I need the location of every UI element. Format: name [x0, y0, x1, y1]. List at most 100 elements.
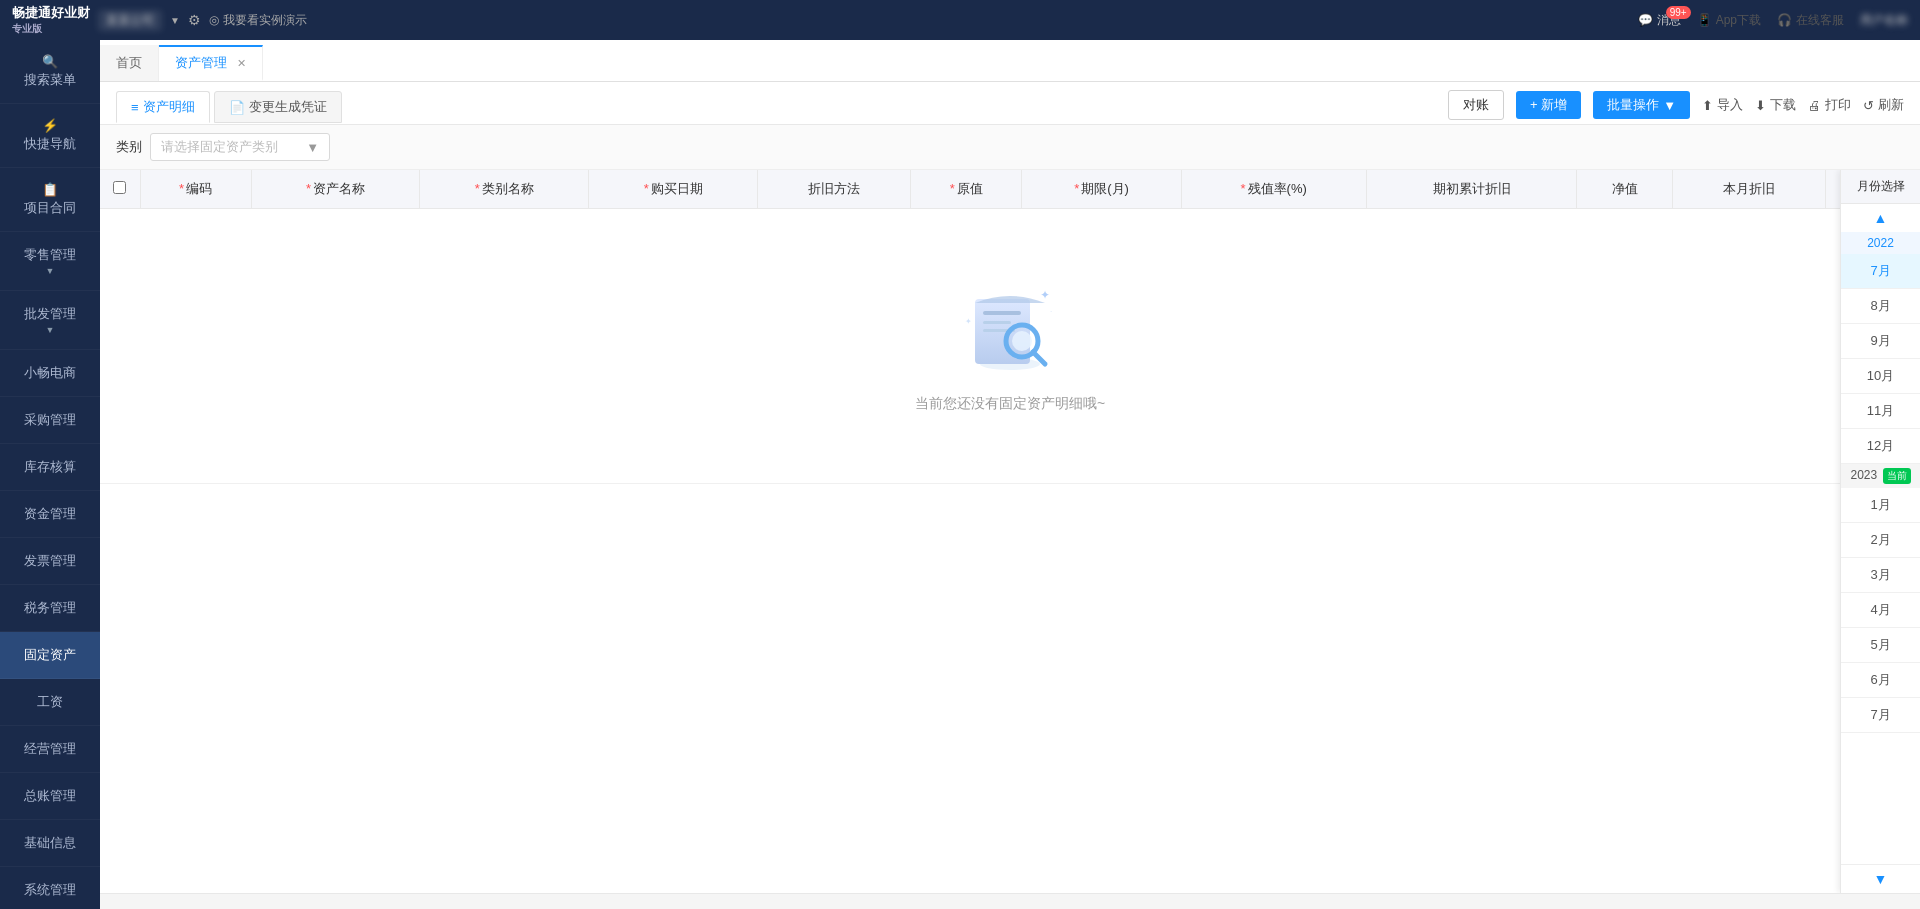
month-item-2022-12[interactable]: 12月 — [1841, 429, 1920, 464]
year-2022-label: 2022 — [1841, 232, 1920, 254]
col-period: *期限(月) — [1022, 170, 1181, 209]
batch-arrow-icon: ▼ — [1663, 98, 1676, 113]
top-bar-right: 💬 消息 99+ 📱 App下载 🎧 在线客服 用户名称 — [1638, 12, 1908, 29]
print-icon: 🖨 — [1808, 98, 1821, 113]
month-item-2022-11[interactable]: 11月 — [1841, 394, 1920, 429]
duizhang-button[interactable]: 对账 — [1448, 90, 1504, 120]
tab-close-icon[interactable]: ✕ — [237, 57, 246, 70]
service-icon: 🎧 — [1777, 13, 1792, 27]
sidebar-item-general-ledger[interactable]: 总账管理 — [0, 773, 100, 820]
svg-rect-3 — [983, 321, 1011, 324]
tab-home[interactable]: 首页 — [100, 45, 159, 81]
month-panel-header: 月份选择 — [1841, 170, 1920, 204]
month-nav-down-button[interactable]: ▼ — [1868, 869, 1894, 889]
sidebar-item-ecommerce[interactable]: 小畅电商 — [0, 350, 100, 397]
table-header-row: *编码 *资产名称 *类别名称 *购买日期 折旧方法 *原值 *期限(月) *残… — [100, 170, 1920, 209]
empty-text: 当前您还没有固定资产明细哦~ — [915, 395, 1105, 413]
message-button[interactable]: 💬 消息 99+ — [1638, 12, 1681, 29]
year-2023-label: 2023 当前 — [1841, 464, 1920, 488]
sidebar-item-fixed-assets[interactable]: 固定资产 — [0, 632, 100, 679]
svg-rect-2 — [983, 311, 1021, 315]
sidebar-item-retail[interactable]: 零售管理 ▼ — [0, 232, 100, 291]
user-profile[interactable]: 用户名称 — [1860, 12, 1908, 29]
wholesale-arrow-icon: ▼ — [46, 325, 55, 335]
svg-point-6 — [1012, 331, 1032, 351]
col-category: *类别名称 — [420, 170, 589, 209]
sub-tab-voucher[interactable]: 📄 变更生成凭证 — [214, 91, 342, 123]
scroll-bar-area[interactable] — [100, 893, 1920, 909]
filter-category-label: 类别 — [116, 138, 142, 156]
assets-table: *编码 *资产名称 *类别名称 *购买日期 折旧方法 *原值 *期限(月) *残… — [100, 170, 1920, 484]
batch-button[interactable]: 批量操作 ▼ — [1593, 91, 1690, 119]
sidebar-item-operation-mgmt[interactable]: 经营管理 — [0, 726, 100, 773]
company-selector[interactable]: 某某公司 — [98, 10, 162, 31]
col-purchase-date: *购买日期 — [589, 170, 758, 209]
month-item-2023-03[interactable]: 3月 — [1841, 558, 1920, 593]
month-item-2023-05[interactable]: 5月 — [1841, 628, 1920, 663]
select-all-checkbox[interactable] — [113, 181, 126, 194]
month-item-2022-09[interactable]: 9月 — [1841, 324, 1920, 359]
sidebar-item-system[interactable]: 系统管理 — [0, 867, 100, 909]
table-body: ✦ · ✦ 当前您还没有固定资产明细哦~ — [100, 209, 1920, 484]
download-toolbar-icon: ⬇ — [1755, 98, 1766, 113]
sub-tab-bar: ≡ 资产明细 📄 变更生成凭证 对账 + 新增 批量操作 ▼ — [100, 82, 1920, 125]
month-item-2022-10[interactable]: 10月 — [1841, 359, 1920, 394]
tab-bar: 首页 资产管理 ✕ — [100, 40, 1920, 82]
current-year-badge: 当前 — [1883, 468, 1911, 484]
sub-tab-detail[interactable]: ≡ 资产明细 — [116, 91, 210, 123]
month-item-2023-04[interactable]: 4月 — [1841, 593, 1920, 628]
month-item-2022-08[interactable]: 8月 — [1841, 289, 1920, 324]
print-button[interactable]: 🖨 打印 — [1808, 96, 1851, 114]
svg-text:✦: ✦ — [965, 317, 972, 326]
category-select[interactable]: 请选择固定资产类别 ▼ — [150, 133, 330, 161]
month-item-2022-07[interactable]: 7月 — [1841, 254, 1920, 289]
import-button[interactable]: ⬆ 导入 — [1702, 96, 1743, 114]
import-icon: ⬆ — [1702, 98, 1713, 113]
sidebar-item-finance[interactable]: 资金管理 — [0, 491, 100, 538]
month-nav-up: ▲ — [1841, 204, 1920, 232]
month-item-2023-06[interactable]: 6月 — [1841, 663, 1920, 698]
sidebar-item-basic-info[interactable]: 基础信息 — [0, 820, 100, 867]
sidebar-item-inventory[interactable]: 库存核算 — [0, 444, 100, 491]
month-item-2023-07[interactable]: 7月 — [1841, 698, 1920, 733]
month-panel: 月份选择 ▲ 2022 7月 8月 9月 10月 11月 12月 — [1840, 170, 1920, 893]
col-name: *资产名称 — [251, 170, 420, 209]
col-original-value: *原值 — [911, 170, 1022, 209]
company-chevron-icon[interactable]: ▼ — [170, 15, 180, 26]
category-placeholder: 请选择固定资产类别 — [161, 138, 278, 156]
filter-bar: 类别 请选择固定资产类别 ▼ — [100, 125, 1920, 170]
sidebar-item-quick-nav[interactable]: ⚡ 快捷导航 — [0, 104, 100, 168]
col-accumulated-depreciation: 期初累计折旧 — [1366, 170, 1577, 209]
col-depreciation-method: 折旧方法 — [758, 170, 911, 209]
col-residual-rate: *残值率(%) — [1181, 170, 1366, 209]
month-item-2023-02[interactable]: 2月 — [1841, 523, 1920, 558]
download-button[interactable]: ⬇ 下载 — [1755, 96, 1796, 114]
table-area: *编码 *资产名称 *类别名称 *购买日期 折旧方法 *原值 *期限(月) *残… — [100, 170, 1920, 893]
content-area: 首页 资产管理 ✕ ≡ 资产明细 📄 变更生成凭证 — [100, 40, 1920, 909]
tab-asset-management[interactable]: 资产管理 ✕ — [159, 45, 263, 81]
month-nav-up-button[interactable]: ▲ — [1868, 208, 1894, 228]
sidebar-item-project-contract[interactable]: 📋 项目合同 — [0, 168, 100, 232]
sidebar-item-salary[interactable]: 工资 — [0, 679, 100, 726]
project-icon: 📋 — [42, 182, 58, 197]
message-badge: 99+ — [1666, 6, 1691, 19]
app-download-button[interactable]: 📱 App下载 — [1697, 12, 1761, 29]
online-service-button[interactable]: 🎧 在线客服 — [1777, 12, 1844, 29]
top-bar-left: 畅捷通好业财 专业版 某某公司 ▼ ⚙ ◎ 我要看实例演示 — [12, 4, 307, 36]
refresh-button[interactable]: ↺ 刷新 — [1863, 96, 1904, 114]
month-item-2023-01[interactable]: 1月 — [1841, 488, 1920, 523]
demo-link[interactable]: ◎ 我要看实例演示 — [209, 12, 307, 29]
sidebar-item-invoice[interactable]: 发票管理 — [0, 538, 100, 585]
page-content: ≡ 资产明细 📄 变更生成凭证 对账 + 新增 批量操作 ▼ — [100, 82, 1920, 909]
sidebar-item-purchase[interactable]: 采购管理 — [0, 397, 100, 444]
sidebar-item-wholesale[interactable]: 批发管理 ▼ — [0, 291, 100, 350]
col-checkbox — [100, 170, 140, 209]
sidebar-item-search[interactable]: 🔍 搜索菜单 — [0, 40, 100, 104]
sidebar-item-tax[interactable]: 税务管理 — [0, 585, 100, 632]
empty-state: ✦ · ✦ 当前您还没有固定资产明细哦~ — [108, 219, 1912, 473]
add-button[interactable]: + 新增 — [1516, 91, 1581, 119]
category-select-arrow-icon: ▼ — [306, 140, 319, 155]
settings-icon[interactable]: ⚙ — [188, 12, 201, 28]
col-code: *编码 — [140, 170, 251, 209]
download-icon: 📱 — [1697, 13, 1712, 27]
